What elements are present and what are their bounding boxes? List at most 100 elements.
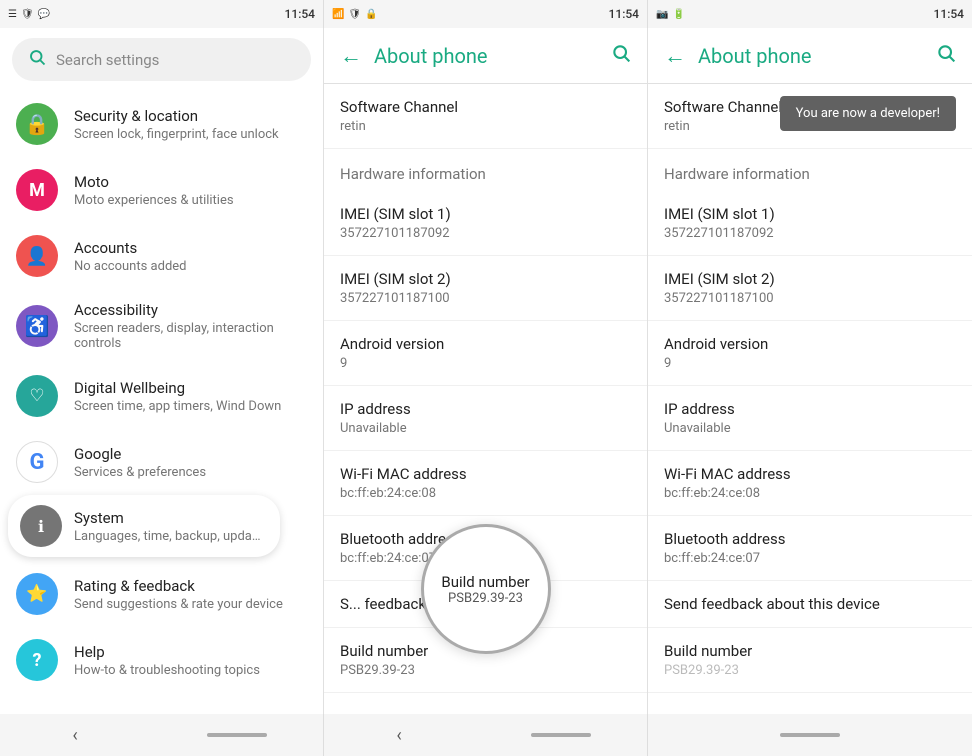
back-button-mid[interactable]: ← [340, 43, 362, 69]
panel-header-mid: ← About phone [324, 28, 647, 84]
camera-icon: 📷 [656, 9, 668, 20]
battery-icon: 🔋 [672, 9, 684, 20]
moto-icon: M [16, 169, 58, 211]
notification-icon: ☰ [8, 9, 17, 20]
info-wifi-right[interactable]: Wi-Fi MAC address bc:ff:eb:24:ce:08 [648, 451, 972, 516]
moto-title: Moto [74, 173, 307, 191]
info-hardware-header-mid: Hardware information [324, 149, 647, 191]
google-text: Google Services & preferences [74, 445, 307, 480]
hardware-header-title-mid: Hardware information [340, 165, 631, 183]
build-value-right: PSB29.39-23 [664, 663, 956, 678]
info-android-mid[interactable]: Android version 9 [324, 321, 647, 386]
status-bar-mid: 📶 🛡 🔒 11:54 [324, 0, 648, 28]
bluetooth-value-right: bc:ff:eb:24:ce:07 [664, 551, 956, 566]
ip-value-right: Unavailable [664, 421, 956, 436]
back-nav-btn-mid[interactable]: ‹ [380, 719, 417, 752]
system-subtitle: Languages, time, backup, updates [74, 529, 264, 544]
settings-item-help[interactable]: ? Help How-to & troubleshooting topics [0, 627, 323, 693]
imei1-title-right: IMEI (SIM slot 1) [664, 205, 956, 223]
shield-mid-icon: 🛡 [348, 9, 361, 20]
nav-pill-mid [531, 733, 591, 737]
info-wifi-mid[interactable]: Wi-Fi MAC address bc:ff:eb:24:ce:08 [324, 451, 647, 516]
feedback-title-right: Send feedback about this device [664, 595, 956, 613]
info-feedback-right[interactable]: Send feedback about this device [648, 581, 972, 628]
settings-list: 🔒 Security & location Screen lock, finge… [0, 91, 323, 714]
google-title: Google [74, 445, 307, 463]
digital-title: Digital Wellbeing [74, 379, 307, 397]
help-title: Help [74, 643, 307, 661]
wifi-value-right: bc:ff:eb:24:ce:08 [664, 486, 956, 501]
settings-item-system[interactable]: ℹ System Languages, time, backup, update… [8, 495, 280, 557]
rating-title: Rating & feedback [74, 577, 307, 595]
nav-pill-right [780, 733, 840, 737]
about-panel-mid: ← About phone Software Channel retin Har… [324, 28, 648, 714]
build-title-right: Build number [664, 642, 956, 660]
build-circle-title: Build number [441, 573, 529, 591]
about-title-right: About phone [698, 44, 924, 68]
main-layout: Search settings 🔒 Security & location Sc… [0, 28, 972, 714]
imei1-value-right: 357227101187092 [664, 226, 956, 241]
info-imei2-mid[interactable]: IMEI (SIM slot 2) 357227101187100 [324, 256, 647, 321]
android-title-right: Android version [664, 335, 956, 353]
settings-item-accounts[interactable]: 👤 Accounts No accounts added [0, 223, 323, 289]
system-item-wrapper: ℹ System Languages, time, backup, update… [0, 495, 323, 561]
wifi-title-right: Wi-Fi MAC address [664, 465, 956, 483]
security-icon: 🔒 [16, 103, 58, 145]
status-bar-left: ☰ 🛡 💬 11:54 [0, 0, 324, 28]
info-imei1-mid[interactable]: IMEI (SIM slot 1) 357227101187092 [324, 191, 647, 256]
accounts-subtitle: No accounts added [74, 259, 307, 274]
digital-text: Digital Wellbeing Screen time, app timer… [74, 379, 307, 414]
imei2-title-right: IMEI (SIM slot 2) [664, 270, 956, 288]
settings-item-accessibility[interactable]: ♿ Accessibility Screen readers, display,… [0, 289, 323, 363]
info-imei2-right[interactable]: IMEI (SIM slot 2) 357227101187100 [648, 256, 972, 321]
search-bar[interactable]: Search settings [12, 38, 311, 81]
google-icon: G [16, 441, 58, 483]
info-build-right[interactable]: Build number PSB29.39-23 [648, 628, 972, 693]
digital-icon: ♡ [16, 375, 58, 417]
build-circle-value: PSB29.39-23 [448, 591, 523, 606]
settings-item-rating[interactable]: ⭐ Rating & feedback Send suggestions & r… [0, 561, 323, 627]
security-text: Security & location Screen lock, fingerp… [74, 107, 307, 142]
back-button-right[interactable]: ← [664, 43, 686, 69]
search-button-mid[interactable] [611, 43, 631, 68]
back-nav-btn-left[interactable]: ‹ [56, 719, 93, 752]
wifi-value-mid: bc:ff:eb:24:ce:08 [340, 486, 631, 501]
build-value-mid: PSB29.39-23 [340, 663, 631, 678]
settings-item-google[interactable]: G Google Services & preferences [0, 429, 323, 495]
rating-icon: ⭐ [16, 573, 58, 615]
accounts-text: Accounts No accounts added [74, 239, 307, 274]
accessibility-icon: ♿ [16, 305, 58, 347]
rating-subtitle: Send suggestions & rate your device [74, 597, 307, 612]
digital-subtitle: Screen time, app timers, Wind Down [74, 399, 307, 414]
status-icons-left: ☰ 🛡 💬 [8, 9, 50, 20]
search-icon [28, 48, 46, 71]
wifi-title-mid: Wi-Fi MAC address [340, 465, 631, 483]
settings-item-security[interactable]: 🔒 Security & location Screen lock, finge… [0, 91, 323, 157]
imei2-value-right: 357227101187100 [664, 291, 956, 306]
rating-text: Rating & feedback Send suggestions & rat… [74, 577, 307, 612]
info-software-channel-mid[interactable]: Software Channel retin [324, 84, 647, 149]
time-right: 11:54 [934, 7, 964, 21]
signal-icon: 📶 [332, 9, 344, 20]
info-hardware-header-right: Hardware information [648, 149, 972, 191]
android-title-mid: Android version [340, 335, 631, 353]
info-ip-right[interactable]: IP address Unavailable [648, 386, 972, 451]
settings-item-digital[interactable]: ♡ Digital Wellbeing Screen time, app tim… [0, 363, 323, 429]
message-icon: 💬 [38, 9, 50, 20]
accessibility-title: Accessibility [74, 301, 307, 319]
info-bluetooth-right[interactable]: Bluetooth address bc:ff:eb:24:ce:07 [648, 516, 972, 581]
search-button-right[interactable] [936, 43, 956, 68]
info-imei1-right[interactable]: IMEI (SIM slot 1) 357227101187092 [648, 191, 972, 256]
accessibility-subtitle: Screen readers, display, interaction con… [74, 321, 307, 351]
time-left: 11:54 [285, 7, 315, 21]
software-channel-value-mid: retin [340, 119, 631, 134]
help-icon: ? [16, 639, 58, 681]
nav-pill-left [207, 733, 267, 737]
bottom-nav-mid: ‹ [324, 714, 648, 756]
build-number-circle: Build number PSB29.39-23 [421, 524, 551, 654]
settings-item-moto[interactable]: M Moto Moto experiences & utilities [0, 157, 323, 223]
info-android-right[interactable]: Android version 9 [648, 321, 972, 386]
status-bar: ☰ 🛡 💬 11:54 📶 🛡 🔒 11:54 📷 🔋 11:54 [0, 0, 972, 28]
info-ip-mid[interactable]: IP address Unavailable [324, 386, 647, 451]
search-placeholder: Search settings [56, 51, 159, 69]
